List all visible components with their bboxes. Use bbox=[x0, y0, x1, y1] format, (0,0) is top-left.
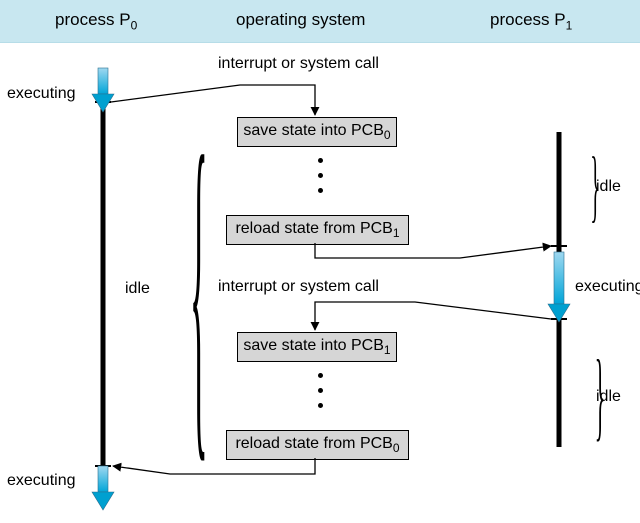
box-save-pcb1-sub: 1 bbox=[384, 343, 391, 357]
arrow-interrupt-2 bbox=[315, 302, 551, 330]
arrow-executing-p1 bbox=[548, 252, 570, 322]
label-idle-left: idle bbox=[125, 280, 150, 298]
box-reload-pcb0: reload state from PCB0 bbox=[226, 430, 409, 460]
context-switch-diagram: process P0 operating system process P1 e… bbox=[0, 0, 640, 523]
label-executing-top: executing bbox=[7, 85, 76, 103]
header-p1-text: process P bbox=[490, 10, 566, 29]
box-reload-pcb1-text: reload state from PCB bbox=[235, 220, 392, 237]
arrow-dispatch-p1 bbox=[315, 243, 551, 258]
box-save-pcb1-text: save state into PCB bbox=[243, 337, 384, 354]
box-reload-pcb0-sub: 0 bbox=[393, 441, 400, 455]
box-save-pcb1: save state into PCB1 bbox=[237, 332, 397, 362]
box-reload-pcb1: reload state from PCB1 bbox=[226, 215, 409, 245]
box-save-pcb0-text: save state into PCB bbox=[243, 122, 384, 139]
label-executing-bottom: executing bbox=[7, 472, 76, 490]
arrow-executing-p0-top bbox=[92, 68, 114, 112]
ellipsis-1 bbox=[317, 158, 323, 193]
arrow-interrupt-1 bbox=[111, 85, 315, 115]
ellipsis-2 bbox=[317, 373, 323, 408]
box-save-pcb0: save state into PCB0 bbox=[237, 117, 397, 147]
header-p0-text: process P bbox=[55, 10, 131, 29]
label-interrupt-1: interrupt or system call bbox=[218, 55, 379, 73]
arrow-executing-p0-bottom bbox=[92, 466, 114, 510]
arrow-dispatch-p0 bbox=[113, 458, 315, 474]
box-reload-pcb1-sub: 1 bbox=[393, 226, 400, 240]
box-reload-pcb0-text: reload state from PCB bbox=[235, 435, 392, 452]
label-interrupt-2: interrupt or system call bbox=[218, 278, 379, 296]
box-save-pcb0-sub: 0 bbox=[384, 128, 391, 142]
header-os: operating system bbox=[236, 10, 365, 30]
header-p1: process P1 bbox=[490, 10, 572, 32]
header-p0: process P0 bbox=[55, 10, 137, 32]
label-executing-right: executing bbox=[575, 278, 640, 296]
header-p0-sub: 0 bbox=[131, 18, 138, 32]
header-p1-sub: 1 bbox=[566, 18, 573, 32]
